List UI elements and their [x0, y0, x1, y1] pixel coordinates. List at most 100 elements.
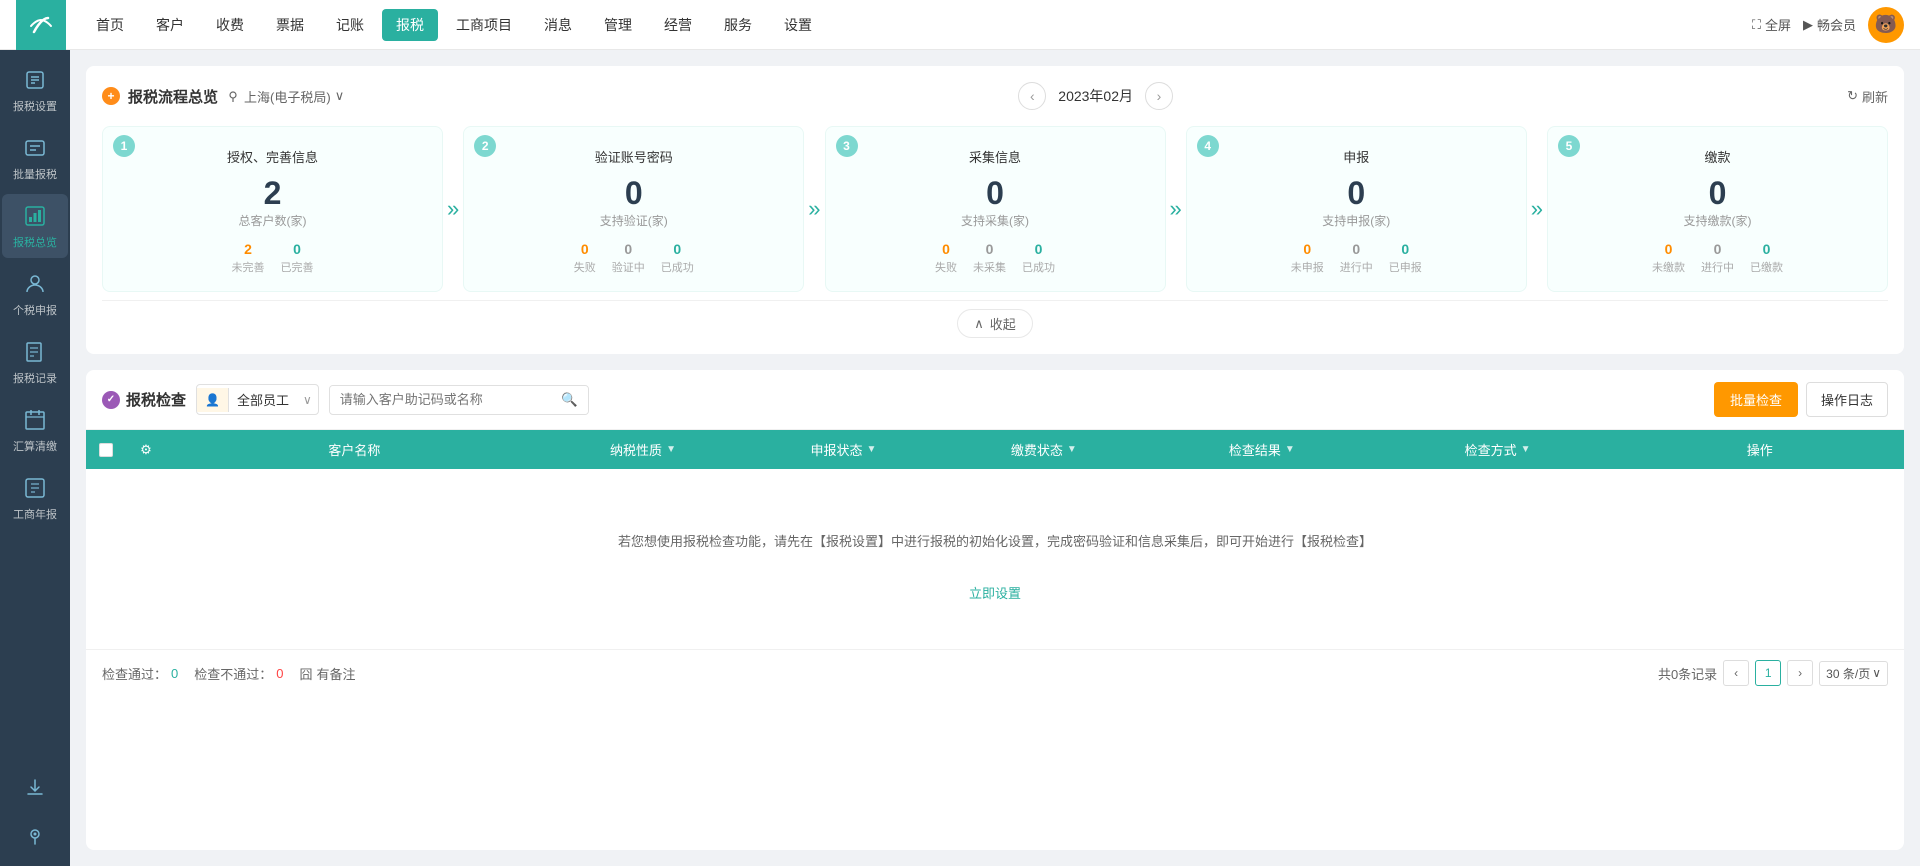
sidebar-item-tax-settings[interactable]: 报税设置 — [2, 58, 68, 122]
sidebar-item-annual-report[interactable]: 工商年报 — [2, 466, 68, 530]
step-3-title: 采集信息 — [969, 147, 1021, 166]
footer-right: 共0条记录 ‹ 1 › 30 条/页 ∨ — [1658, 660, 1888, 686]
nav-invoice[interactable]: 票据 — [262, 9, 318, 41]
table-empty-state: 若您想使用报税检查功能，请先在【报税设置】中进行报税的初始化设置，完成密码验证和… — [86, 469, 1904, 649]
th-pay-status: 缴费状态 ▼ — [944, 430, 1144, 469]
collapse-button[interactable]: ∧ 收起 — [957, 309, 1033, 338]
report-filter-icon[interactable]: ▼ — [866, 444, 876, 455]
method-filter-icon[interactable]: ▼ — [1521, 444, 1531, 455]
fullscreen-button[interactable]: ⛶ 全屏 — [1752, 15, 1791, 34]
sidebar-item-tax-overview[interactable]: 报税总览 — [2, 194, 68, 258]
step-4-stat-0[interactable]: 0 未申报 — [1291, 241, 1324, 275]
nav-client[interactable]: 客户 — [142, 9, 198, 41]
logo[interactable] — [16, 0, 66, 50]
sidebar-item-annual-settlement[interactable]: 汇算清缴 — [2, 398, 68, 462]
table-header: ⚙ 客户名称 纳税性质 ▼ 申报状态 ▼ 缴费状态 ▼ — [86, 430, 1904, 469]
nav-messages[interactable]: 消息 — [530, 9, 586, 41]
top-nav: 首页 客户 收费 票据 记账 报税 工商项目 消息 管理 经营 服务 设置 ⛶ … — [0, 0, 1920, 50]
step-4-stat-2[interactable]: 0 已申报 — [1389, 241, 1422, 275]
sidebar-item-tax-records[interactable]: 报税记录 — [2, 330, 68, 394]
table-container: ⚙ 客户名称 纳税性质 ▼ 申报状态 ▼ 缴费状态 ▼ — [86, 430, 1904, 649]
nav-service[interactable]: 服务 — [710, 9, 766, 41]
note-icon: 囧 — [300, 664, 313, 683]
stat-label: 未完善 — [232, 259, 265, 275]
step-1-stat-1[interactable]: 0 已完善 — [281, 241, 314, 275]
footer-note: 囧 有备注 — [300, 664, 356, 683]
nav-items: 首页 客户 收费 票据 记账 报税 工商项目 消息 管理 经营 服务 设置 — [82, 9, 1752, 41]
table-footer: 检查通过： 0 检查不通过： 0 囧 有备注 共0条记录 ‹ 1 › — [86, 649, 1904, 696]
date-navigator: ‹ 2023年02月 › — [1018, 82, 1173, 110]
step-2-stat-1[interactable]: 0 验证中 — [612, 241, 645, 275]
stat-label: 未缴款 — [1652, 259, 1685, 275]
member-button[interactable]: ▶ 畅会员 — [1803, 15, 1856, 34]
sidebar-item-batch-tax[interactable]: 批量报税 — [2, 126, 68, 190]
step-1-stat-0[interactable]: 2 未完善 — [232, 241, 265, 275]
nav-operations[interactable]: 经营 — [650, 9, 706, 41]
sidebar-item-location[interactable] — [2, 814, 68, 858]
op-log-button[interactable]: 操作日志 — [1806, 382, 1888, 417]
step-5-stat-0[interactable]: 0 未缴款 — [1652, 241, 1685, 275]
step-3-stat-2[interactable]: 0 已成功 — [1022, 241, 1055, 275]
result-filter-icon[interactable]: ▼ — [1285, 444, 1295, 455]
nav-tax[interactable]: 报税 — [382, 9, 438, 41]
step-2-number: 2 — [474, 135, 496, 157]
arrow-4: » — [1527, 126, 1547, 292]
note-text: 有备注 — [317, 664, 356, 683]
nav-fees[interactable]: 收费 — [202, 9, 258, 41]
step-4-stat-1[interactable]: 0 进行中 — [1340, 241, 1373, 275]
stat-val: 0 — [1303, 241, 1311, 257]
step-3-stat-0[interactable]: 0 失败 — [935, 241, 957, 275]
fail-count[interactable]: 0 — [276, 666, 283, 681]
pass-stat: 检查通过： 0 — [102, 664, 178, 683]
pay-filter-icon[interactable]: ▼ — [1067, 444, 1077, 455]
empty-message: 若您想使用报税检查功能，请先在【报税设置】中进行报税的初始化设置，完成密码验证和… — [106, 529, 1884, 555]
sidebar-item-download[interactable] — [2, 766, 68, 810]
step-1-stats: 2 未完善 0 已完善 — [232, 241, 314, 275]
setup-link[interactable]: 立即设置 — [969, 586, 1021, 601]
nav-management[interactable]: 管理 — [590, 9, 646, 41]
pass-count[interactable]: 0 — [171, 666, 178, 681]
step-2-stat-2[interactable]: 0 已成功 — [661, 241, 694, 275]
search-button[interactable]: 🔍 — [551, 386, 588, 414]
step-5-title: 缴款 — [1704, 147, 1730, 166]
refresh-button[interactable]: ↻ 刷新 — [1847, 87, 1888, 106]
step-5-stat-2[interactable]: 0 已缴款 — [1750, 241, 1783, 275]
step-2-stats: 0 失败 0 验证中 0 已成功 — [574, 241, 694, 275]
per-page-selector[interactable]: 30 条/页 ∨ — [1819, 661, 1888, 686]
stat-label: 已成功 — [661, 259, 694, 275]
batch-tax-icon — [21, 134, 49, 162]
step-1-label: 总客户数(家) — [239, 212, 307, 229]
step-2-stat-0[interactable]: 0 失败 — [574, 241, 596, 275]
batch-check-button[interactable]: 批量检查 — [1714, 382, 1798, 417]
nav-home[interactable]: 首页 — [82, 9, 138, 41]
header-checkbox[interactable] — [99, 443, 113, 457]
stat-val: 0 — [1665, 241, 1673, 257]
th-checkbox — [86, 430, 126, 469]
tax-filter-icon[interactable]: ▼ — [666, 444, 676, 455]
employee-filter[interactable]: 👤 全部员工 ∨ — [196, 384, 319, 415]
nav-settings[interactable]: 设置 — [770, 9, 826, 41]
tax-records-icon — [21, 338, 49, 366]
th-report-status: 申报状态 ▼ — [743, 430, 943, 469]
step-1-number: 1 — [113, 135, 135, 157]
step-2-verify: 2 验证账号密码 0 支持验证(家) 0 失败 0 验证中 — [463, 126, 804, 292]
location-selector[interactable]: 上海(电子税局) ∨ — [226, 87, 344, 106]
th-tax-type: 纳税性质 ▼ — [543, 430, 743, 469]
sidebar: 报税设置 批量报税 报税总览 — [0, 50, 70, 866]
next-month-button[interactable]: › — [1145, 82, 1173, 110]
chevron-down-icon: ∨ — [335, 88, 345, 104]
nav-commerce[interactable]: 工商项目 — [442, 9, 526, 41]
sidebar-item-individual-tax[interactable]: 个税申报 — [2, 262, 68, 326]
avatar[interactable]: 🐻 — [1868, 7, 1904, 43]
next-page-button[interactable]: › — [1787, 660, 1813, 686]
employee-filter-dropdown[interactable]: ∨ — [297, 388, 318, 412]
stat-label: 已申报 — [1389, 259, 1422, 275]
nav-bookkeeping[interactable]: 记账 — [322, 9, 378, 41]
collapse-icon: ∧ — [974, 316, 984, 332]
search-input[interactable] — [330, 386, 551, 413]
step-3-stat-1[interactable]: 0 未采集 — [973, 241, 1006, 275]
th-gear[interactable]: ⚙ — [126, 430, 166, 469]
step-5-stat-1[interactable]: 0 进行中 — [1701, 241, 1734, 275]
prev-month-button[interactable]: ‹ — [1018, 82, 1046, 110]
prev-page-button[interactable]: ‹ — [1723, 660, 1749, 686]
